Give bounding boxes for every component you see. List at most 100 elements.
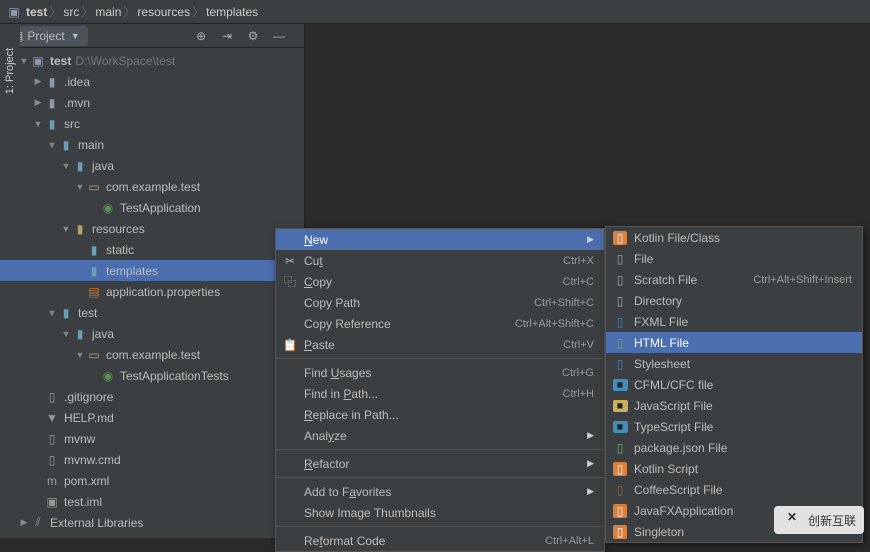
file-type-icon: ◼ bbox=[612, 419, 628, 435]
tree-row[interactable]: ▯ mvnw bbox=[0, 428, 304, 449]
tree-row[interactable]: ◉ TestApplication bbox=[0, 197, 304, 218]
menu-item[interactable]: ⿻ Copy Ctrl+C bbox=[276, 271, 604, 292]
menu-item-label: Copy bbox=[304, 275, 543, 289]
tree-row[interactable]: ▼ ▮ src bbox=[0, 113, 304, 134]
locate-icon[interactable]: ⊕ bbox=[190, 25, 212, 47]
menu-item[interactable]: Replace in Path... bbox=[276, 404, 604, 425]
tree-row[interactable]: ▼ ▮ test bbox=[0, 302, 304, 323]
expand-arrow-icon[interactable]: ▼ bbox=[60, 329, 72, 339]
new-menu-item[interactable]: ◼ JavaScript File bbox=[606, 395, 862, 416]
menu-item-label: Scratch File bbox=[634, 273, 733, 287]
genfile-icon: ▣ bbox=[44, 494, 60, 510]
expand-arrow-icon[interactable]: ▼ bbox=[46, 308, 58, 318]
tree-row[interactable]: m pom.xml bbox=[0, 470, 304, 491]
tree-row[interactable]: ▯ .gitignore bbox=[0, 386, 304, 407]
menu-shortcut: Ctrl+Alt+Shift+Insert bbox=[753, 274, 852, 286]
tree-row[interactable]: ▼ ▮ main bbox=[0, 134, 304, 155]
tree-row[interactable]: ▼ ▭ com.example.test bbox=[0, 176, 304, 197]
expand-arrow-icon[interactable]: ▶ bbox=[18, 517, 30, 528]
breadcrumb-item[interactable]: main bbox=[95, 5, 121, 19]
chevron-right-icon: 〉 bbox=[192, 3, 204, 20]
new-menu-item[interactable]: ▯ package.json File bbox=[606, 437, 862, 458]
tree-row[interactable]: ▼ ▮ resources bbox=[0, 218, 304, 239]
menu-item[interactable]: 📋 Paste Ctrl+V bbox=[276, 334, 604, 355]
new-menu-item[interactable]: ▯ Directory bbox=[606, 290, 862, 311]
new-menu-item[interactable]: ▯ File bbox=[606, 248, 862, 269]
menu-item[interactable]: Find in Path... Ctrl+H bbox=[276, 383, 604, 404]
expand-arrow-icon[interactable]: ▼ bbox=[60, 161, 72, 171]
new-menu-item[interactable]: ▯ HTML File bbox=[606, 332, 862, 353]
tree-path: D:\WorkSpace\test bbox=[75, 54, 175, 68]
new-submenu: ▯ Kotlin File/Class ▯ File ▯ Scratch Fil… bbox=[605, 226, 863, 543]
tree-row[interactable]: ▼ ▣ test D:\WorkSpace\test bbox=[0, 50, 304, 71]
menu-item[interactable]: Show Image Thumbnails bbox=[276, 502, 604, 523]
menu-item-label: New bbox=[304, 233, 587, 247]
new-menu-item[interactable]: ▯ Scratch File Ctrl+Alt+Shift+Insert bbox=[606, 269, 862, 290]
tree-row[interactable]: ▼ ▮ java bbox=[0, 155, 304, 176]
project-tree[interactable]: ▼ ▣ test D:\WorkSpace\test ▶ ▮ .idea ▶ ▮… bbox=[0, 48, 304, 538]
tree-row[interactable]: ▼ ▮ java bbox=[0, 323, 304, 344]
expand-arrow-icon[interactable]: ▶ bbox=[32, 76, 44, 87]
menu-item-label: Paste bbox=[304, 338, 543, 352]
menu-shortcut: Ctrl+V bbox=[563, 339, 594, 351]
menu-item[interactable]: Copy Reference Ctrl+Alt+Shift+C bbox=[276, 313, 604, 334]
collapse-icon[interactable]: ⇥ bbox=[216, 25, 238, 47]
gear-icon[interactable]: ⚙ bbox=[242, 25, 264, 47]
tree-row[interactable]: ▼ HELP.md bbox=[0, 407, 304, 428]
submenu-arrow-icon: ▶ bbox=[587, 458, 594, 469]
menu-item-label: FXML File bbox=[634, 315, 852, 329]
sidebar-tab-project[interactable]: 1: Project bbox=[0, 26, 20, 116]
expand-arrow-icon[interactable]: ▼ bbox=[74, 182, 86, 192]
hide-icon[interactable]: — bbox=[268, 25, 290, 47]
expand-arrow-icon[interactable]: ▼ bbox=[74, 350, 86, 360]
new-menu-item[interactable]: ▯ FXML File bbox=[606, 311, 862, 332]
chevron-right-icon: 〉 bbox=[49, 3, 61, 20]
project-icon: ▣ bbox=[6, 4, 22, 20]
tree-row[interactable]: ▤ application.properties bbox=[0, 281, 304, 302]
tree-row[interactable]: ◉ TestApplicationTests bbox=[0, 365, 304, 386]
tree-label: .idea bbox=[64, 75, 90, 89]
menu-item-icon: 📋 bbox=[282, 337, 298, 353]
breadcrumb-root[interactable]: test bbox=[26, 5, 47, 19]
new-menu-item[interactable]: ▯ CoffeeScript File bbox=[606, 479, 862, 500]
breadcrumb-item[interactable]: src bbox=[63, 5, 79, 19]
new-menu-item[interactable]: ◼ CFML/CFC file bbox=[606, 374, 862, 395]
new-menu-item[interactable]: ▯ Kotlin Script bbox=[606, 458, 862, 479]
menu-item-label: File bbox=[634, 252, 852, 266]
breadcrumb-item[interactable]: templates bbox=[206, 5, 258, 19]
tree-row[interactable]: ▮ templates bbox=[0, 260, 304, 281]
menu-item[interactable]: Analyze ▶ bbox=[276, 425, 604, 446]
menu-item[interactable]: Find Usages Ctrl+G bbox=[276, 362, 604, 383]
tree-row[interactable]: ▶ ▭ Scratches and Consoles bbox=[0, 533, 304, 538]
tree-row[interactable]: ▶ ▮ .mvn bbox=[0, 92, 304, 113]
menu-item[interactable]: Reformat Code Ctrl+Alt+L bbox=[276, 530, 604, 551]
new-menu-item[interactable]: ▯ Kotlin File/Class bbox=[606, 227, 862, 248]
project-tree-panel: ▤ Project ▼ ⊕ ⇥ ⚙ — ▼ ▣ test D:\WorkSpac… bbox=[0, 24, 305, 538]
menu-item-icon: ⿻ bbox=[282, 274, 298, 290]
menu-shortcut: Ctrl+H bbox=[563, 388, 594, 400]
menu-item-label: package.json File bbox=[634, 441, 852, 455]
expand-arrow-icon[interactable]: ▼ bbox=[32, 119, 44, 129]
menu-item[interactable]: Add to Favorites ▶ bbox=[276, 481, 604, 502]
expand-arrow-icon[interactable]: ▼ bbox=[60, 224, 72, 234]
menu-item[interactable]: Copy Path Ctrl+Shift+C bbox=[276, 292, 604, 313]
file-type-icon: ▯ bbox=[612, 356, 628, 372]
tree-row[interactable]: ▣ test.iml bbox=[0, 491, 304, 512]
menu-item-label: Copy Path bbox=[304, 296, 514, 310]
menu-item[interactable]: Refactor ▶ bbox=[276, 453, 604, 474]
expand-arrow-icon[interactable]: ▼ bbox=[46, 140, 58, 150]
tree-row[interactable]: ▼ ▭ com.example.test bbox=[0, 344, 304, 365]
tree-row[interactable]: ▯ mvnw.cmd bbox=[0, 449, 304, 470]
menu-item-label: Add to Favorites bbox=[304, 485, 587, 499]
new-menu-item[interactable]: ▯ Stylesheet bbox=[606, 353, 862, 374]
new-menu-item[interactable]: ◼ TypeScript File bbox=[606, 416, 862, 437]
tree-label: templates bbox=[106, 264, 158, 278]
tree-row[interactable]: ▶ ⫽ External Libraries bbox=[0, 512, 304, 533]
tree-row[interactable]: ▶ ▮ .idea bbox=[0, 71, 304, 92]
breadcrumb-item[interactable]: resources bbox=[137, 5, 190, 19]
menu-item[interactable]: New ▶ bbox=[276, 229, 604, 250]
expand-arrow-icon[interactable]: ▶ bbox=[32, 97, 44, 108]
file-type-icon: ▯ bbox=[612, 335, 628, 351]
tree-row[interactable]: ▮ static bbox=[0, 239, 304, 260]
menu-item[interactable]: ✂ Cut Ctrl+X bbox=[276, 250, 604, 271]
